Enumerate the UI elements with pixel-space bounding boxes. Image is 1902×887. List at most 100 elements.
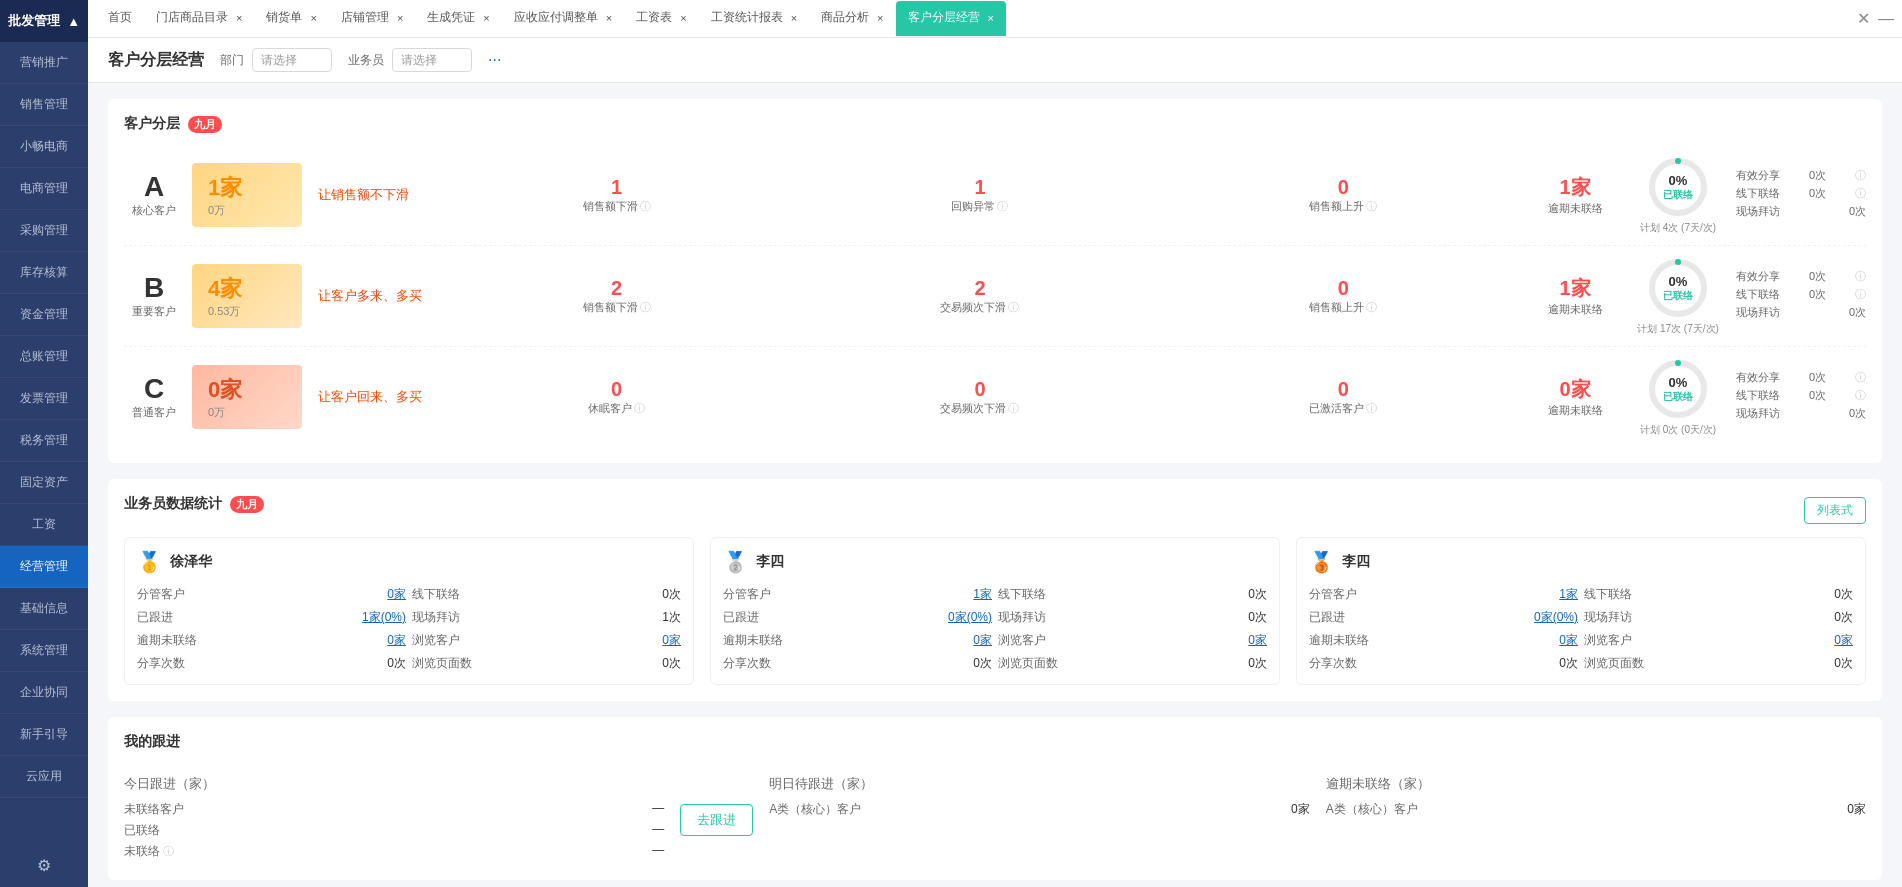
- staff-stat-1-6: 分享次数 0次: [723, 655, 992, 672]
- staff-stat-2-7: 浏览页面数 0次: [1584, 655, 1853, 672]
- followup-overdue-col: 逾期未联络（家） A类（核心）客户 0家: [1326, 775, 1866, 864]
- staff-stat-2-3: 现场拜访 0次: [1584, 609, 1853, 626]
- tab-close-2[interactable]: ×: [310, 12, 316, 24]
- tier-c-label: C 普通客户: [124, 375, 184, 420]
- staff-stat-1-1: 线下联络 0次: [998, 586, 1267, 603]
- tab-1[interactable]: 门店商品目录 ×: [144, 1, 254, 36]
- sidebar-item-5[interactable]: 库存核算: [0, 252, 88, 294]
- dept-select[interactable]: 请选择: [252, 48, 332, 72]
- close-icon[interactable]: ✕: [1857, 9, 1870, 28]
- content-area: 客户分层 九月 A 核心客户 1家 0万 让销售额不下滑 1: [88, 83, 1902, 887]
- sidebar-item-14[interactable]: 系统管理: [0, 630, 88, 672]
- filter-group-dept: 部门 请选择: [220, 48, 332, 72]
- staff-card-1: 🥈 李四 分管客户 1家 线下联络 0次 已跟进: [710, 537, 1280, 685]
- tier-c-stats: 0 休眠客户 ⓘ 0 交易频次下滑 ⓘ 0 已激活客户 ⓘ: [438, 372, 1522, 422]
- tab-4[interactable]: 生成凭证 ×: [415, 1, 501, 36]
- tier-a-label: A 核心客户: [124, 173, 184, 218]
- staff-stat-0-5: 浏览客户 0家: [412, 632, 681, 649]
- followup-header: 我的跟进: [124, 733, 1866, 763]
- staff-medal-1: 🥈: [723, 550, 748, 574]
- tab-close-8[interactable]: ×: [877, 12, 883, 24]
- tab-7[interactable]: 工资统计报表 ×: [699, 1, 809, 36]
- stat-b-1[interactable]: 2 交易频次下滑 ⓘ: [801, 271, 1158, 321]
- staff-stat-0-2: 已跟进 1家(0%): [137, 609, 406, 626]
- sidebar-item-3[interactable]: 电商管理: [0, 168, 88, 210]
- staff-grid: 🥇 徐泽华 分管客户 0家 线下联络 0次 已跟进: [124, 537, 1866, 685]
- stat-c-0[interactable]: 0 休眠客户 ⓘ: [438, 372, 795, 422]
- minus-icon[interactable]: —: [1878, 10, 1894, 28]
- go-followup-button[interactable]: 去跟进: [680, 804, 753, 836]
- tier-b-overdue: 1家 逾期未联络: [1530, 275, 1620, 317]
- tier-c-suggest: 让客户回来、多买: [310, 387, 430, 408]
- stat-c-1[interactable]: 0 交易频次下滑 ⓘ: [801, 372, 1158, 422]
- sidebar-logo-text: 批发管理: [8, 12, 60, 30]
- page-header: 客户分层经营 部门 请选择 业务员 请选择 ···: [88, 38, 1902, 83]
- tab-close-3[interactable]: ×: [397, 12, 403, 24]
- tab-home[interactable]: 首页: [96, 1, 144, 36]
- dept-label: 部门: [220, 52, 244, 69]
- sidebar-item-15[interactable]: 企业协同: [0, 672, 88, 714]
- sidebar-item-0[interactable]: 营销推广: [0, 42, 88, 84]
- staff-stats-1: 分管客户 1家 线下联络 0次 已跟进 0家(0%) 现场拜访: [723, 586, 1267, 672]
- tier-a-stats: 1 销售额下滑 ⓘ 1 回购异常 ⓘ 0 销售额上升 ⓘ: [438, 170, 1522, 220]
- sidebar-collapse-icon[interactable]: ▲: [67, 14, 80, 29]
- sidebar-item-11[interactable]: 工资: [0, 504, 88, 546]
- staff-stat-0-0: 分管客户 0家: [137, 586, 406, 603]
- tab-9[interactable]: 客户分层经营 ×: [896, 1, 1006, 36]
- customer-month-badge: 九月: [188, 116, 222, 133]
- sidebar-item-12[interactable]: 经营管理: [0, 546, 88, 588]
- sidebar-item-10[interactable]: 固定资产: [0, 462, 88, 504]
- tab-close-5[interactable]: ×: [606, 12, 612, 24]
- sidebar-item-8[interactable]: 发票管理: [0, 378, 88, 420]
- followup-today-row-1: 已联络 —: [124, 822, 664, 839]
- tier-b-suggest: 让客户多来、多买: [310, 286, 430, 307]
- stat-a-0[interactable]: 1 销售额下滑 ⓘ: [438, 170, 795, 220]
- stat-b-2[interactable]: 0 销售额上升 ⓘ: [1165, 271, 1522, 321]
- tier-a-circle: 0% 已联络 计划 4次 (7天/次): [1628, 155, 1728, 235]
- sidebar-item-7[interactable]: 总账管理: [0, 336, 88, 378]
- tab-close-7[interactable]: ×: [791, 12, 797, 24]
- sidebar-settings-icon[interactable]: ⚙: [0, 844, 88, 887]
- sidebar-item-9[interactable]: 税务管理: [0, 420, 88, 462]
- tab-3[interactable]: 店铺管理 ×: [329, 1, 415, 36]
- tab-close-6[interactable]: ×: [680, 12, 686, 24]
- staff-stat-2-0: 分管客户 1家: [1309, 586, 1578, 603]
- tab-6[interactable]: 工资表 ×: [624, 1, 698, 36]
- sidebar-item-6[interactable]: 资金管理: [0, 294, 88, 336]
- tab-close-4[interactable]: ×: [483, 12, 489, 24]
- tier-b-stats: 2 销售额下滑 ⓘ 2 交易频次下滑 ⓘ 0 销售额上升 ⓘ: [438, 271, 1522, 321]
- list-view-button[interactable]: 列表式: [1804, 497, 1866, 524]
- staff-name-0: 徐泽华: [170, 553, 212, 571]
- staff-name-2: 李四: [1342, 553, 1370, 571]
- stat-c-2[interactable]: 0 已激活客户 ⓘ: [1165, 372, 1522, 422]
- tier-c-count-box[interactable]: 0家 0万: [192, 365, 302, 429]
- stat-b-0[interactable]: 2 销售额下滑 ⓘ: [438, 271, 795, 321]
- filter-more-icon[interactable]: ···: [488, 51, 501, 69]
- page-title: 客户分层经营: [108, 50, 204, 71]
- staff-stat-1-0: 分管客户 1家: [723, 586, 992, 603]
- sidebar-item-13[interactable]: 基础信息: [0, 588, 88, 630]
- staff-header-1: 🥈 李四: [723, 550, 1267, 574]
- sidebar-item-17[interactable]: 云应用: [0, 756, 88, 798]
- stat-a-1[interactable]: 1 回购异常 ⓘ: [801, 170, 1158, 220]
- sidebar-item-2[interactable]: 小畅电商: [0, 126, 88, 168]
- tier-b-count-box[interactable]: 4家 0.53万: [192, 264, 302, 328]
- biz-month-badge: 九月: [230, 496, 264, 513]
- sidebar-item-4[interactable]: 采购管理: [0, 210, 88, 252]
- tab-8[interactable]: 商品分析 ×: [809, 1, 895, 36]
- sidebar-item-1[interactable]: 销售管理: [0, 84, 88, 126]
- tab-close-9[interactable]: ×: [988, 12, 994, 24]
- sidebar-logo[interactable]: 批发管理 ▲: [0, 0, 88, 42]
- staff-select[interactable]: 请选择: [392, 48, 472, 72]
- tab-5[interactable]: 应收应付调整单 ×: [502, 1, 624, 36]
- tab-2[interactable]: 销货单 ×: [254, 1, 328, 36]
- sidebar-item-16[interactable]: 新手引导: [0, 714, 88, 756]
- tab-bar: 首页 门店商品目录 × 销货单 × 店铺管理 × 生成凭证 × 应收应付调整单 …: [88, 0, 1902, 38]
- tier-a-count-box[interactable]: 1家 0万: [192, 163, 302, 227]
- staff-stat-2-1: 线下联络 0次: [1584, 586, 1853, 603]
- staff-stat-1-5: 浏览客户 0家: [998, 632, 1267, 649]
- tier-b-label: B 重要客户: [124, 274, 184, 319]
- tab-close-1[interactable]: ×: [236, 12, 242, 24]
- customer-section-title: 客户分层 九月: [124, 115, 1866, 133]
- stat-a-2[interactable]: 0 销售额上升 ⓘ: [1165, 170, 1522, 220]
